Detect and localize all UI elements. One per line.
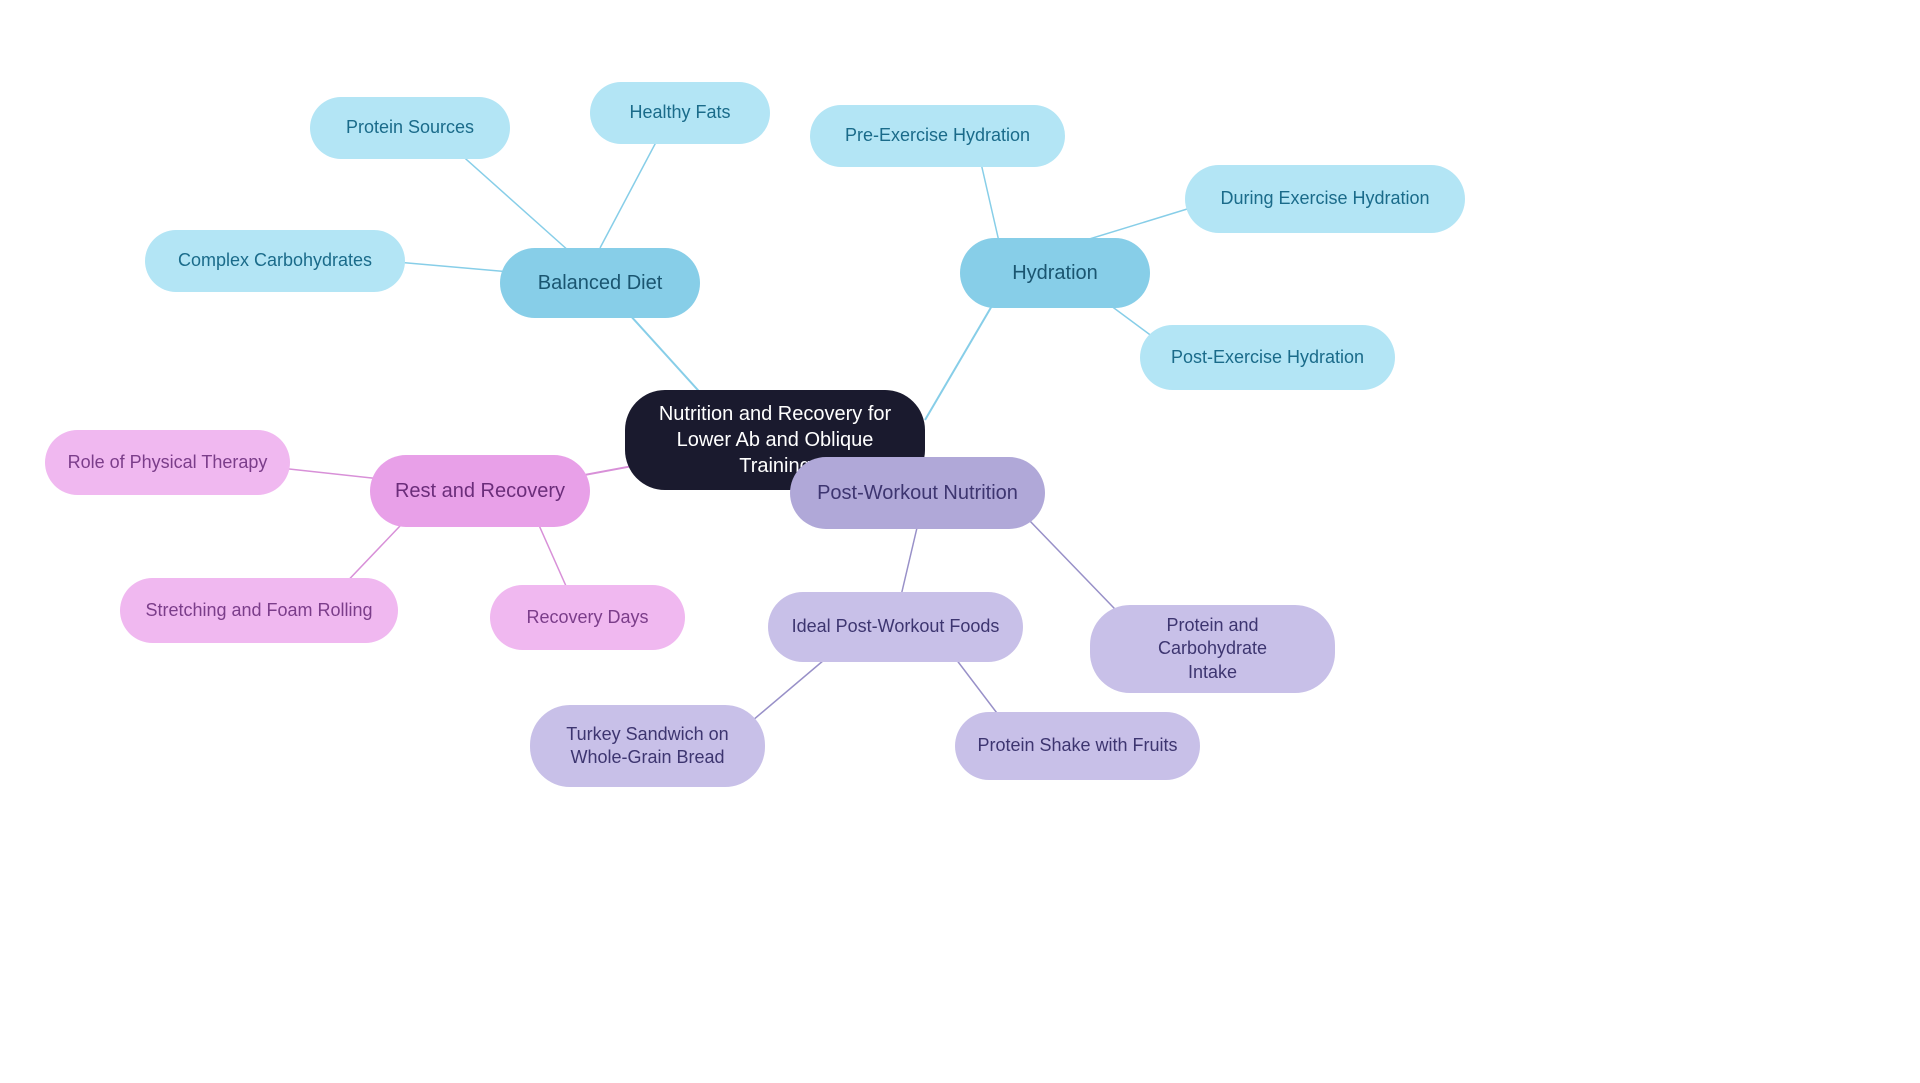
stretching-foam-rolling-node: Stretching and Foam Rolling xyxy=(120,578,398,643)
balanced-diet-node: Balanced Diet xyxy=(500,248,700,318)
ideal-post-workout-foods-node: Ideal Post-Workout Foods xyxy=(768,592,1023,662)
rest-recovery-node: Rest and Recovery xyxy=(370,455,590,527)
post-exercise-hydration-node: Post-Exercise Hydration xyxy=(1140,325,1395,390)
complex-carbs-node: Complex Carbohydrates xyxy=(145,230,405,292)
hydration-node: Hydration xyxy=(960,238,1150,308)
healthy-fats-node: Healthy Fats xyxy=(590,82,770,144)
pre-exercise-hydration-node: Pre-Exercise Hydration xyxy=(810,105,1065,167)
protein-shake-node: Protein Shake with Fruits xyxy=(955,712,1200,780)
role-physical-therapy-node: Role of Physical Therapy xyxy=(45,430,290,495)
post-workout-nutrition-node: Post-Workout Nutrition xyxy=(790,457,1045,529)
turkey-sandwich-node: Turkey Sandwich on Whole-Grain Bread xyxy=(530,705,765,787)
recovery-days-node: Recovery Days xyxy=(490,585,685,650)
protein-sources-node: Protein Sources xyxy=(310,97,510,159)
during-exercise-hydration-node: During Exercise Hydration xyxy=(1185,165,1465,233)
protein-carb-intake-node: Protein and Carbohydrate Intake xyxy=(1090,605,1335,693)
